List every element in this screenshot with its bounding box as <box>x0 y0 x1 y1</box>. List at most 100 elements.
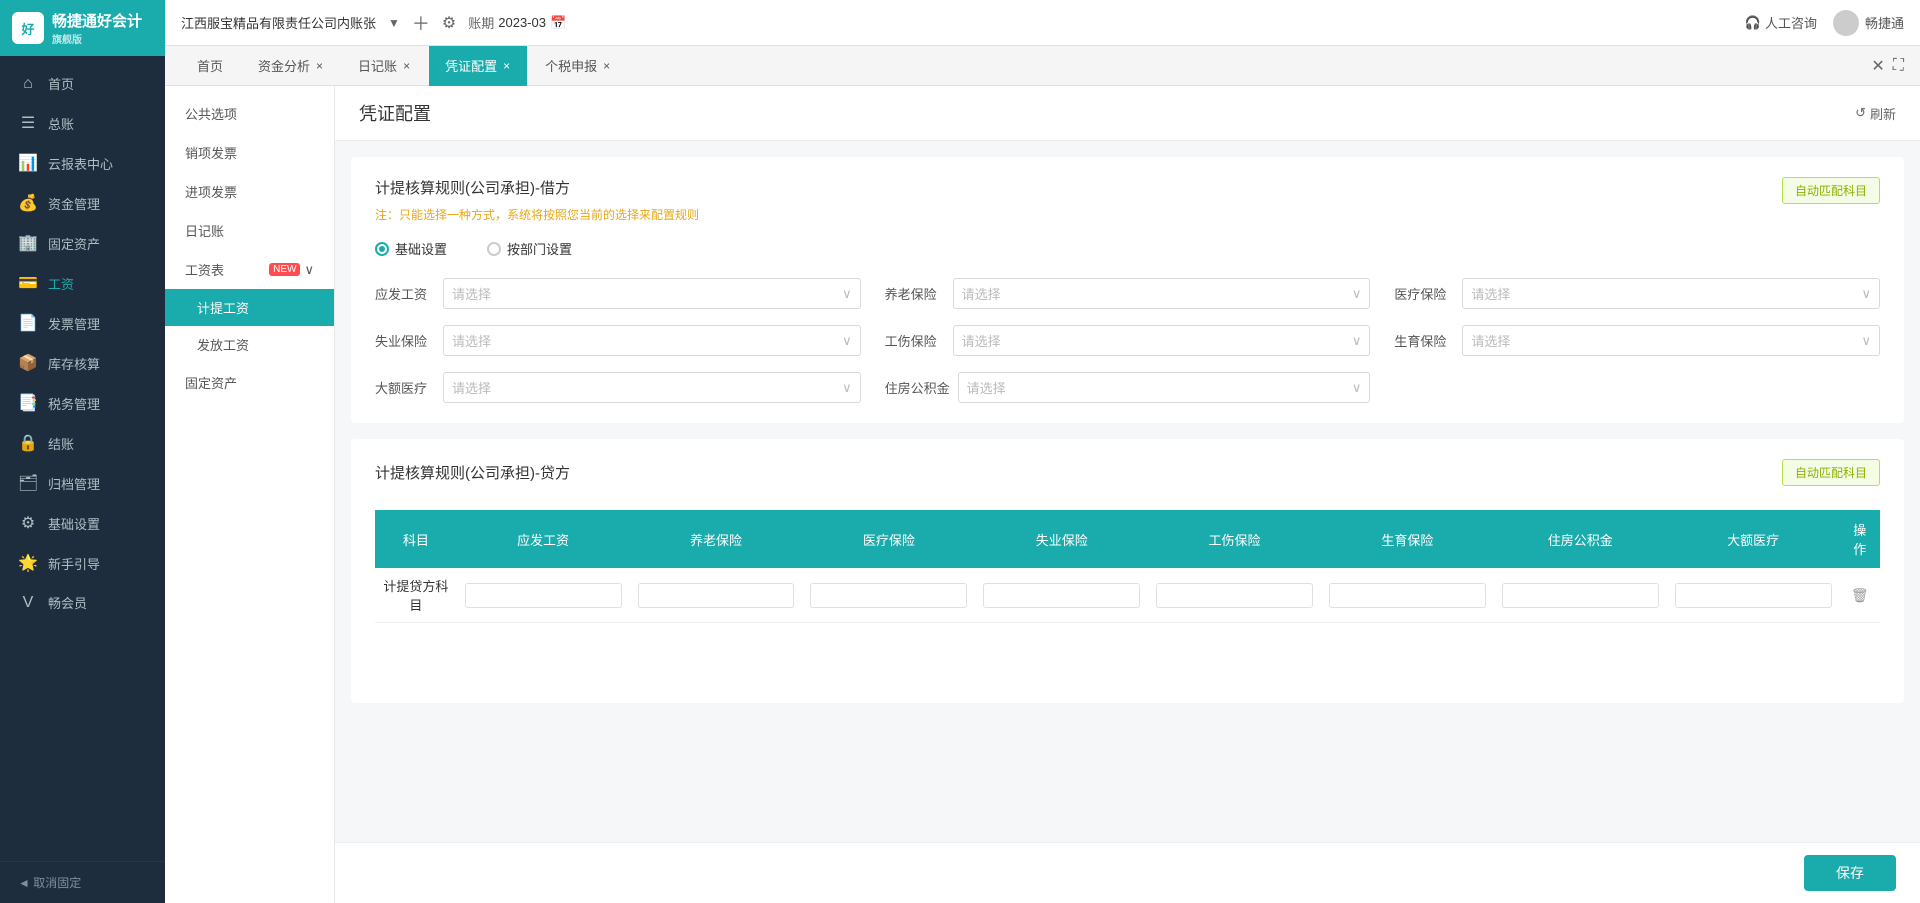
cancel-pin-button[interactable]: ◄ 取消固定 <box>0 861 165 903</box>
label-zfgjj: 住房公积金 <box>885 378 950 397</box>
tax-icon: 📑 <box>18 393 38 413</box>
col-subject: 科目 <box>375 510 457 568</box>
sidebar-item-member[interactable]: V 畅会员 <box>0 583 165 622</box>
config-table: 科目 应发工资 养老保险 医疗保险 失业保险 工伤保险 生育保险 住房公积金 大… <box>375 510 1880 623</box>
col-sybx2: 生育保险 <box>1321 510 1494 568</box>
sidebar-item-salary[interactable]: 💳 工资 <box>0 263 165 303</box>
settings-gear-icon[interactable]: ⚙ <box>442 13 456 33</box>
sidebar-item-close[interactable]: 🔒 结账 <box>0 423 165 463</box>
select-ylbx[interactable]: 请选择 ∨ <box>953 278 1371 309</box>
tab-funds[interactable]: 资金分析 × <box>242 46 340 86</box>
chevron-down-icon: ∨ <box>1352 286 1362 302</box>
chevron-down-icon: ∨ <box>1352 333 1362 349</box>
app-edition: 旗舰版 <box>52 31 142 46</box>
select-gsbx[interactable]: 请选择 ∨ <box>953 325 1371 356</box>
sidebar-item-label: 畅会员 <box>48 593 87 612</box>
select-yfgz[interactable]: 请选择 ∨ <box>443 278 861 309</box>
page-body: 公共选项 销项发票 进项发票 日记账 工资表 NEW ∨ 计提工资 <box>165 86 1920 903</box>
refresh-label: 刷新 <box>1870 104 1896 123</box>
chevron-down-icon: ∨ <box>1352 380 1362 396</box>
field-yfgz: 应发工资 请选择 ∨ <box>375 278 861 309</box>
sidebar-item-settings[interactable]: ⚙ 基础设置 <box>0 503 165 543</box>
company-dropdown-icon[interactable]: ▼ <box>388 16 400 30</box>
sidebar-item-guide[interactable]: 🌟 新手引导 <box>0 543 165 583</box>
radio-dept[interactable]: 按部门设置 <box>487 239 572 258</box>
label-sybx2: 生育保险 <box>1394 331 1454 350</box>
cell-sybx2 <box>1321 568 1494 623</box>
select-deyil[interactable]: 请选择 ∨ <box>443 372 861 403</box>
sidebar-nav: ⌂ 首页 ☰ 总账 📊 云报表中心 💰 资金管理 🏢 固定资产 💳 工资 📄 发… <box>0 56 165 861</box>
select-sybx[interactable]: 请选择 ∨ <box>443 325 861 356</box>
input-sybx[interactable] <box>983 583 1140 608</box>
tab-voucher[interactable]: 凭证配置 × <box>429 46 527 86</box>
save-button[interactable]: 保存 <box>1804 855 1896 891</box>
field-ylbx: 养老保险 请选择 ∨ <box>885 278 1371 309</box>
sidebar-item-funds[interactable]: 💰 资金管理 <box>0 183 165 223</box>
expand-icon: ∨ <box>304 262 314 278</box>
input-zfgjj[interactable] <box>1502 583 1659 608</box>
auto-match-btn-2[interactable]: 自动匹配科目 <box>1782 459 1880 486</box>
delete-row-icon[interactable]: 🗑 <box>1851 587 1869 603</box>
select-ylbx2[interactable]: 请选择 ∨ <box>1462 278 1880 309</box>
left-menu-purchase[interactable]: 进项发票 <box>165 172 334 211</box>
input-ylbx[interactable] <box>638 583 795 608</box>
tabbar-actions: ✕ ⛶ <box>1871 56 1904 76</box>
label-sybx: 失业保险 <box>375 331 435 350</box>
refresh-button[interactable]: ↺ 刷新 <box>1855 104 1896 123</box>
funds-icon: 💰 <box>18 193 38 213</box>
select-zfgjj[interactable]: 请选择 ∨ <box>958 372 1371 403</box>
close-window-icon[interactable]: ✕ <box>1871 56 1884 76</box>
left-menu-sales[interactable]: 销项发票 <box>165 133 334 172</box>
sidebar-item-archive[interactable]: 🗂 归档管理 <box>0 463 165 503</box>
input-yfgz[interactable] <box>465 583 622 608</box>
sidebar-item-assets[interactable]: 🏢 固定资产 <box>0 223 165 263</box>
tab-tax-label: 个税申报 <box>545 56 597 75</box>
maximize-icon[interactable]: ⛶ <box>1893 57 1904 75</box>
service-button[interactable]: 🎧 人工咨询 <box>1745 13 1817 32</box>
sidebar-item-tax[interactable]: 📑 税务管理 <box>0 383 165 423</box>
input-gsbx[interactable] <box>1156 583 1313 608</box>
tab-home[interactable]: 首页 <box>181 46 240 86</box>
tab-journal[interactable]: 日记账 × <box>342 46 427 86</box>
sidebar-item-ledger[interactable]: ☰ 总账 <box>0 103 165 143</box>
col-gsbx: 工伤保险 <box>1148 510 1321 568</box>
input-sybx2[interactable] <box>1329 583 1486 608</box>
chevron-down-icon: ∨ <box>1861 286 1871 302</box>
select-sybx-placeholder: 请选择 <box>452 331 491 350</box>
add-company-button[interactable]: ＋ <box>412 10 430 36</box>
sidebar-item-invoice[interactable]: 📄 发票管理 <box>0 303 165 343</box>
home-icon: ⌂ <box>18 75 38 93</box>
topbar-right: 🎧 人工咨询 畅捷通 <box>1745 10 1904 36</box>
select-sybx2[interactable]: 请选择 ∨ <box>1462 325 1880 356</box>
label-yfgz: 应发工资 <box>375 284 435 303</box>
tab-voucher-close[interactable]: × <box>503 59 510 73</box>
tab-tax[interactable]: 个税申报 × <box>529 46 627 86</box>
left-menu-journal[interactable]: 日记账 <box>165 211 334 250</box>
field-zfgjj: 住房公积金 请选择 ∨ <box>885 372 1371 403</box>
sidebar-item-inventory[interactable]: 📦 库存核算 <box>0 343 165 383</box>
radio-basic[interactable]: 基础设置 <box>375 239 447 258</box>
left-menu-fixed-assets[interactable]: 固定资产 <box>165 363 334 402</box>
period-selector[interactable]: 账期 2023-03 📅 <box>468 13 566 32</box>
left-menu-salary-table[interactable]: 工资表 NEW ∨ <box>165 250 334 289</box>
auto-match-btn-1[interactable]: 自动匹配科目 <box>1782 177 1880 204</box>
left-menu-public[interactable]: 公共选项 <box>165 94 334 133</box>
tab-journal-close[interactable]: × <box>403 59 410 73</box>
user-name: 畅捷通 <box>1865 13 1904 32</box>
tab-tax-close[interactable]: × <box>603 59 610 73</box>
purchase-label: 进项发票 <box>185 182 237 201</box>
sidebar-item-home[interactable]: ⌂ 首页 <box>0 64 165 103</box>
sidebar-item-reports[interactable]: 📊 云报表中心 <box>0 143 165 183</box>
input-deyil[interactable] <box>1675 583 1832 608</box>
company-name: 江西服宝精品有限责任公司内账张 <box>181 13 376 32</box>
field-sybx: 失业保险 请选择 ∨ <box>375 325 861 356</box>
input-ylbx2[interactable] <box>810 583 967 608</box>
user-menu[interactable]: 畅捷通 <box>1833 10 1904 36</box>
select-zfgjj-placeholder: 请选择 <box>967 378 1006 397</box>
assets-icon: 🏢 <box>18 233 38 253</box>
close-period-icon: 🔒 <box>18 433 38 453</box>
left-menu-calc-salary[interactable]: 计提工资 <box>165 289 334 326</box>
tab-funds-close[interactable]: × <box>316 59 323 73</box>
left-menu-pay-salary[interactable]: 发放工资 <box>165 326 334 363</box>
sidebar-item-label: 云报表中心 <box>48 154 113 173</box>
